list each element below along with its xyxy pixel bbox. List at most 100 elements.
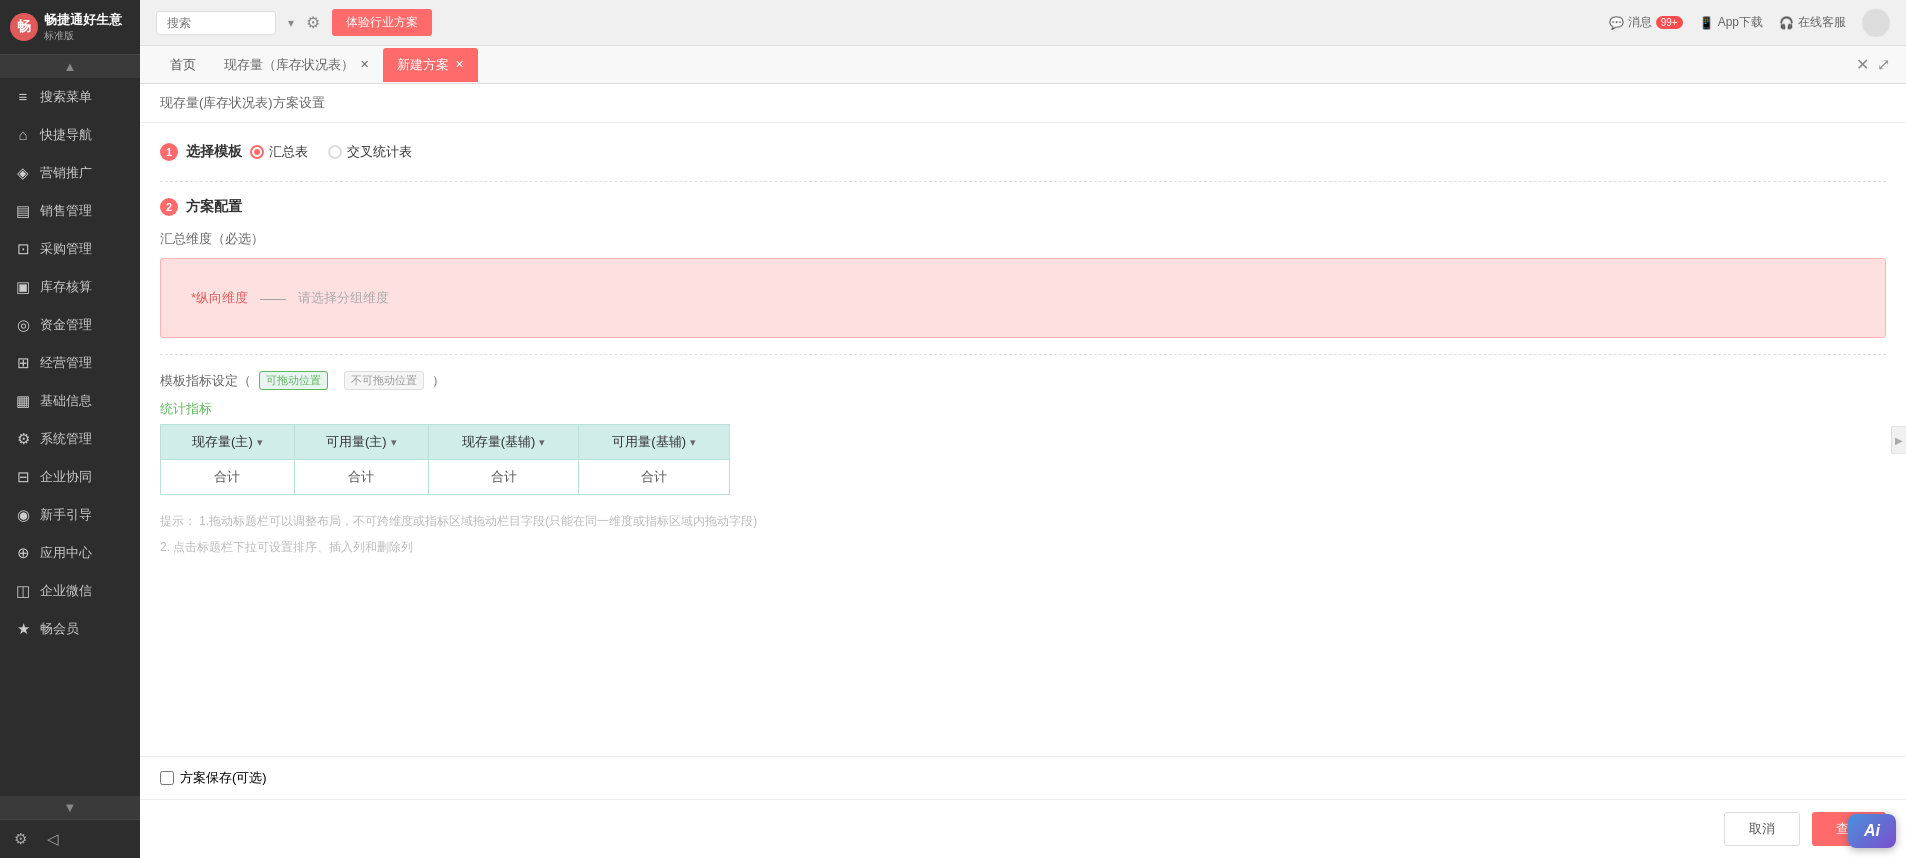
sidebar-item-system[interactable]: ⚙ 系统管理	[0, 420, 140, 458]
topbar: ▾ ⚙ 体验行业方案 💬 消息 99+ 📱 App下载 🎧 在线客服	[140, 0, 1906, 46]
radio-cross-circle	[328, 145, 342, 159]
logo-text: 畅捷通好生意 标准版	[44, 12, 122, 42]
stats-col-header-1[interactable]: 现存量(主) ▾	[161, 425, 295, 460]
save-label: 方案保存(可选)	[180, 769, 267, 787]
tab-new-plan-close-icon[interactable]: ✕	[455, 58, 464, 71]
sidebar-item-sales[interactable]: ▤ 销售管理	[0, 192, 140, 230]
dimension-dash: ——	[260, 291, 286, 306]
sidebar-item-enterprise-wx[interactable]: ◫ 企业微信	[0, 572, 140, 610]
save-row: 方案保存(可选)	[140, 756, 1906, 799]
page-breadcrumb: 现存量(库存状况表)方案设置	[140, 84, 1906, 123]
message-count-badge: 99+	[1656, 16, 1683, 29]
save-checkbox[interactable]	[160, 771, 174, 785]
window-close-button[interactable]: ✕	[1856, 55, 1869, 74]
cart-icon: ⊡	[14, 240, 32, 258]
template-radio-group: 汇总表 交叉统计表	[250, 143, 412, 161]
sidebar-item-member[interactable]: ★ 畅会员	[0, 610, 140, 648]
sidebar-item-app-center[interactable]: ⊕ 应用中心	[0, 534, 140, 572]
section1-num: 1	[160, 143, 178, 161]
topbar-settings-icon[interactable]: ⚙	[306, 13, 320, 32]
main-area: ▾ ⚙ 体验行业方案 💬 消息 99+ 📱 App下载 🎧 在线客服 首页	[140, 0, 1906, 858]
topbar-search-input[interactable]	[156, 11, 276, 35]
stats-cell-2: 合计	[294, 460, 428, 495]
message-icon: 💬	[1609, 16, 1624, 30]
sidebar-item-operations[interactable]: ⊞ 经营管理	[0, 344, 140, 382]
stats-cell-3: 合计	[428, 460, 579, 495]
wechat-icon: ◫	[14, 582, 32, 600]
bottom-bar: 取消 查询	[140, 799, 1906, 858]
stats-table-header-row: 现存量(主) ▾ 可用量(主) ▾	[161, 425, 730, 460]
logo-icon: 畅	[10, 13, 38, 41]
tab-inventory-status[interactable]: 现存量（库存状况表） ✕	[210, 48, 383, 82]
ai-badge[interactable]: Ai	[1848, 814, 1896, 848]
guide-icon: ◉	[14, 506, 32, 524]
tab-new-plan[interactable]: 新建方案 ✕	[383, 48, 478, 82]
home-icon: ⌂	[14, 126, 32, 143]
right-collapse-handle[interactable]: ▶	[1891, 425, 1906, 454]
app-download-item[interactable]: 📱 App下载	[1699, 14, 1763, 31]
no-drag-badge: 不可拖动位置	[344, 371, 424, 390]
sidebar-item-purchase[interactable]: ⊡ 采购管理	[0, 230, 140, 268]
cancel-button[interactable]: 取消	[1724, 812, 1800, 846]
sidebar: 畅 畅捷通好生意 标准版 ▲ ≡ 搜索菜单 ⌂ 快捷导航 ◈ 营销推广 ▤ 销售…	[0, 0, 140, 858]
tabbar: 首页 现存量（库存状况表） ✕ 新建方案 ✕ ✕ ⤢	[140, 46, 1906, 84]
col2-chevron-icon: ▾	[391, 436, 397, 449]
window-expand-button[interactable]: ⤢	[1877, 55, 1890, 74]
message-label: 消息	[1628, 14, 1652, 31]
metrics-setting-label: 模板指标设定（ 可拖动位置 不可拖动位置 ）	[160, 371, 1886, 390]
phone-icon: 📱	[1699, 16, 1714, 30]
gift-icon: ◈	[14, 164, 32, 182]
sidebar-item-quick-nav[interactable]: ⌂ 快捷导航	[0, 116, 140, 154]
topbar-right: 💬 消息 99+ 📱 App下载 🎧 在线客服	[1609, 9, 1890, 37]
section2-header: 2 方案配置	[160, 198, 1886, 216]
sidebar-item-search-menu[interactable]: ≡ 搜索菜单	[0, 78, 140, 116]
dimension-placeholder: 请选择分组维度	[298, 289, 389, 307]
sidebar-item-guide[interactable]: ◉ 新手引导	[0, 496, 140, 534]
online-service-item[interactable]: 🎧 在线客服	[1779, 14, 1846, 31]
sidebar-item-finance[interactable]: ◎ 资金管理	[0, 306, 140, 344]
user-avatar[interactable]	[1862, 9, 1890, 37]
section-divider-1	[160, 181, 1886, 182]
drag-badge: 可拖动位置	[259, 371, 328, 390]
sound-icon[interactable]: ◁	[47, 830, 59, 848]
col1-chevron-icon: ▾	[257, 436, 263, 449]
app-icon: ⊕	[14, 544, 32, 562]
radio-cross[interactable]: 交叉统计表	[328, 143, 412, 161]
section-divider-2	[160, 354, 1886, 355]
stats-col-header-3[interactable]: 现存量(基辅) ▾	[428, 425, 579, 460]
sidebar-item-inventory[interactable]: ▣ 库存核算	[0, 268, 140, 306]
search-menu-icon: ≡	[14, 88, 32, 105]
system-icon: ⚙	[14, 430, 32, 448]
settings-icon[interactable]: ⚙	[14, 830, 27, 848]
stats-title: 统计指标	[160, 400, 1886, 418]
sidebar-scroll-up[interactable]: ▲	[0, 55, 140, 78]
sidebar-item-cooperation[interactable]: ⊟ 企业协同	[0, 458, 140, 496]
sidebar-scroll-down[interactable]: ▼	[0, 796, 140, 819]
dimension-box[interactable]: *纵向维度 —— 请选择分组维度	[160, 258, 1886, 338]
star-icon: ★	[14, 620, 32, 638]
sidebar-item-marketing[interactable]: ◈ 营销推广	[0, 154, 140, 192]
section-choose-template: 1 选择模板 汇总表 交叉统计表	[160, 143, 1886, 161]
box-icon: ▣	[14, 278, 32, 296]
page-content: 1 选择模板 汇总表 交叉统计表 2 方案配置	[140, 123, 1906, 756]
stats-cell-4: 合计	[579, 460, 730, 495]
stats-cell-1: 合计	[161, 460, 295, 495]
cooperation-icon: ⊟	[14, 468, 32, 486]
topbar-dropdown-arrow[interactable]: ▾	[288, 16, 294, 30]
stats-table: 现存量(主) ▾ 可用量(主) ▾	[160, 424, 730, 495]
section1-title: 选择模板	[186, 143, 242, 161]
sidebar-bottom: ⚙ ◁	[0, 819, 140, 858]
tab-home[interactable]: 首页	[156, 48, 210, 82]
chart-icon: ▤	[14, 202, 32, 220]
tips-section: 提示： 1.拖动标题栏可以调整布局，不可跨维度或指标区域拖动栏目字段(只能在同一…	[160, 511, 1886, 558]
stats-col-header-4[interactable]: 可用量(基辅) ▾	[579, 425, 730, 460]
stats-col-header-2[interactable]: 可用量(主) ▾	[294, 425, 428, 460]
section2-num: 2	[160, 198, 178, 216]
radio-summary[interactable]: 汇总表	[250, 143, 308, 161]
industry-plan-button[interactable]: 体验行业方案	[332, 9, 432, 36]
section1-header: 1 选择模板 汇总表 交叉统计表	[160, 143, 1886, 161]
message-badge-item[interactable]: 💬 消息 99+	[1609, 14, 1683, 31]
sidebar-item-basic-info[interactable]: ▦ 基础信息	[0, 382, 140, 420]
info-icon: ▦	[14, 392, 32, 410]
tab-inventory-close-icon[interactable]: ✕	[360, 58, 369, 71]
